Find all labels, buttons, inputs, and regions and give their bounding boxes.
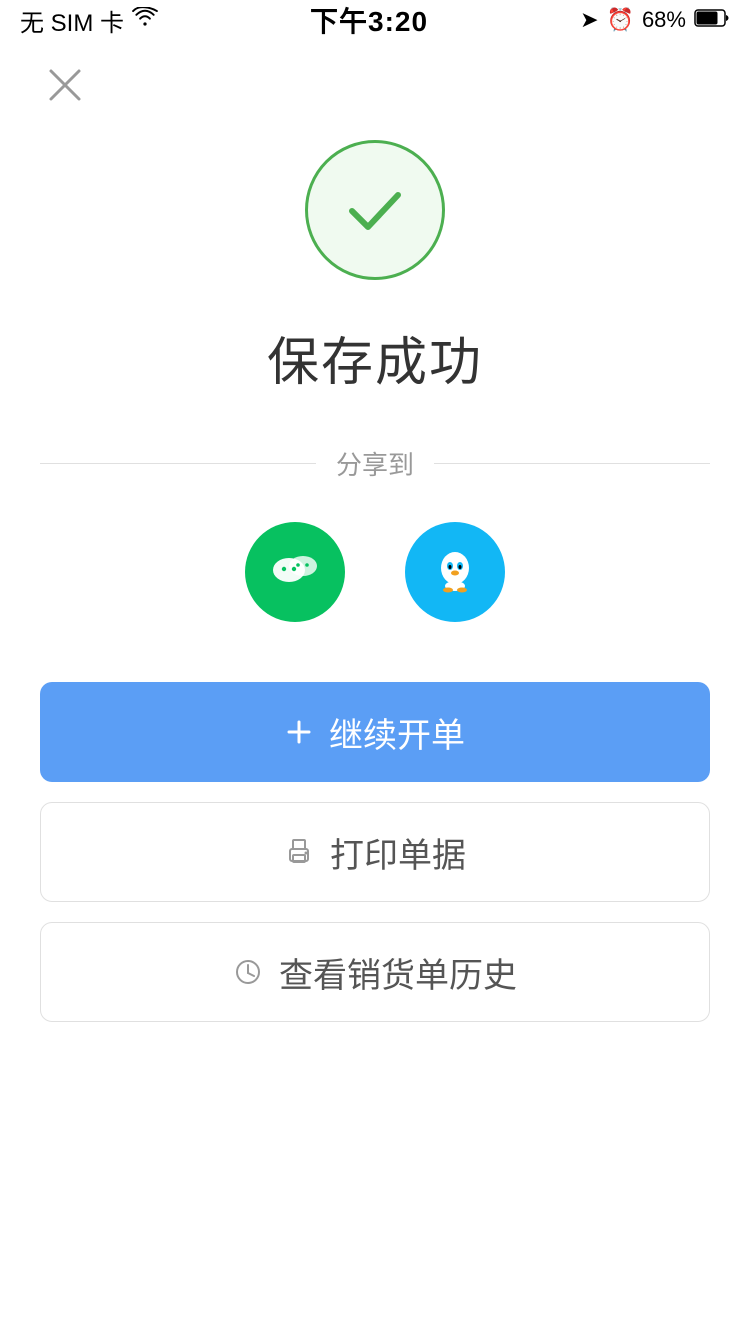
status-right: ➤ ⏰ 68% [580,7,730,33]
plus-icon [285,718,313,746]
location-icon: ➤ [580,7,598,33]
success-title: 保存成功 [267,320,483,395]
main-content: 保存成功 分享到 [0,40,750,1062]
battery-icon [694,7,730,33]
status-bar: 无 SIM 卡 下午3:20 ➤ ⏰ 68% [0,0,750,40]
share-wechat-button[interactable] [245,522,345,622]
clock-icon [233,957,263,987]
divider-line-right [434,463,710,464]
action-buttons: 继续开单 打印单据 查看销货单 [40,682,710,1022]
share-icons-container [245,522,505,622]
success-icon [305,140,445,280]
continue-button[interactable]: 继续开单 [40,682,710,782]
status-left: 无 SIM 卡 [20,3,158,38]
battery-level: 68% [642,7,686,33]
share-divider: 分享到 [40,445,710,482]
history-label: 查看销货单历史 [279,948,517,997]
print-button[interactable]: 打印单据 [40,802,710,902]
share-qq-button[interactable] [405,522,505,622]
close-button[interactable] [40,60,90,110]
share-label: 分享到 [316,445,434,482]
printer-icon [284,837,314,867]
sim-status: 无 SIM 卡 [20,3,124,38]
continue-label: 继续开单 [329,708,465,757]
close-button-container [40,60,710,110]
wifi-icon [132,6,158,34]
alarm-icon: ⏰ [607,7,634,33]
history-button[interactable]: 查看销货单历史 [40,922,710,1022]
status-time: 下午3:20 [310,0,428,40]
divider-line-left [40,463,316,464]
print-label: 打印单据 [330,828,466,877]
